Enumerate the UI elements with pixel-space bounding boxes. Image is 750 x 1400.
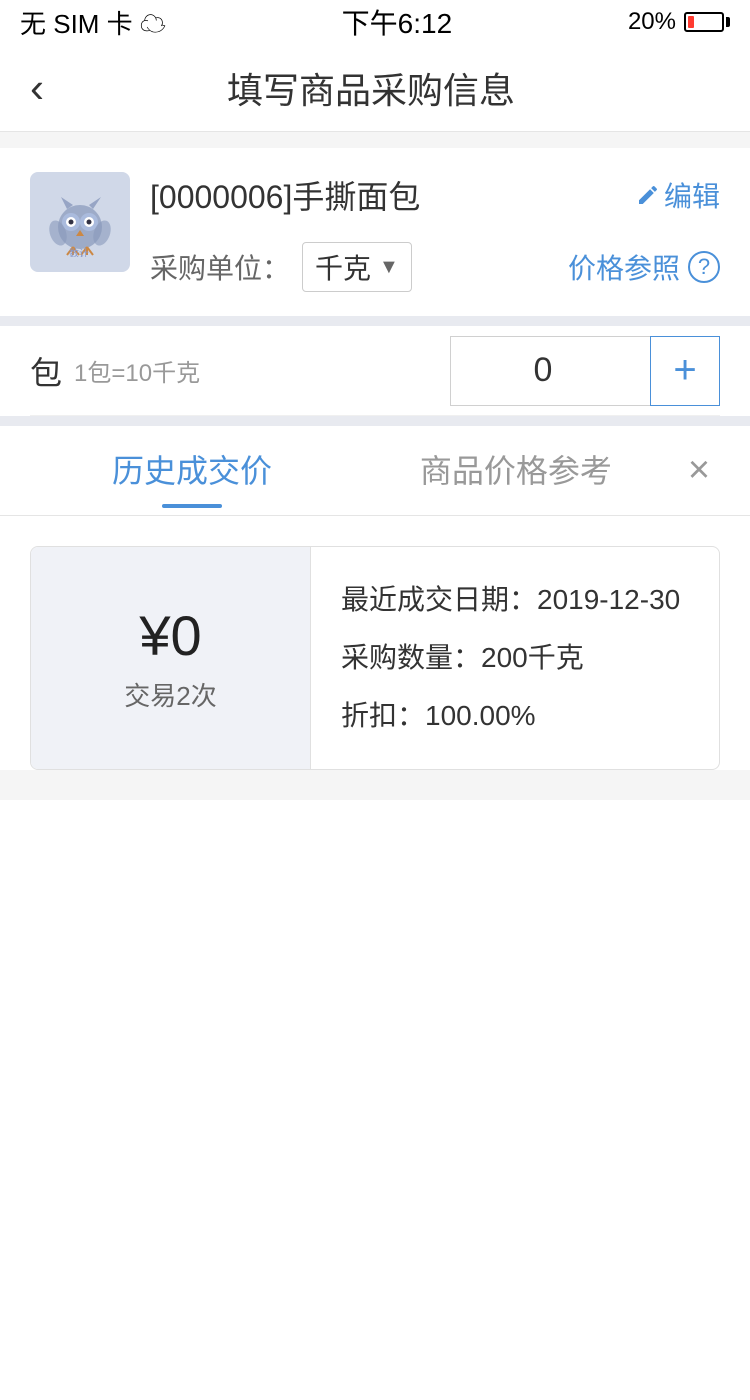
quantity-row: 包 1包=10千克 + <box>30 326 720 416</box>
edit-button[interactable]: 编辑 <box>636 175 720 215</box>
unit-badge: 包 <box>30 348 62 394</box>
page-title: 填写商品采购信息 <box>64 62 678 114</box>
status-bar: 无 SIM 卡 ☁ 下午6:12 20% <box>0 0 750 44</box>
history-price: ¥0 <box>139 603 201 668</box>
unit-value: 千克 <box>315 247 371 287</box>
unit-select-dropdown[interactable]: 千克 ▼ <box>302 242 412 292</box>
unit-conversion: 1包=10千克 <box>74 353 200 388</box>
panel-section: 历史成交价 商品价格参考 × ¥0 交易2次 最近成交日期：2019-12-30… <box>0 426 750 770</box>
product-section: 数计 [0000006]手撕面包 编辑 采购单位： <box>0 148 750 316</box>
help-circle-icon: ? <box>688 251 720 283</box>
svg-text:数计: 数计 <box>69 247 89 257</box>
quantity-input-group: + <box>450 336 720 406</box>
product-name: [0000006]手撕面包 <box>150 172 420 218</box>
card-details: 最近成交日期：2019-12-30 采购数量：200千克 折扣：100.00% <box>311 547 719 769</box>
unit-label: 采购单位： <box>150 247 290 287</box>
bottom-space <box>0 800 750 1400</box>
product-thumbnail: 数计 <box>30 172 130 272</box>
detail-quantity: 采购数量：200千克 <box>341 637 689 679</box>
battery-percent: 20% <box>628 8 676 36</box>
battery-icon <box>684 12 730 32</box>
price-reference-button[interactable]: 价格参照 ? <box>568 247 720 287</box>
owl-icon: 数计 <box>45 187 115 257</box>
dropdown-arrow-icon: ▼ <box>379 256 399 279</box>
section-divider <box>0 316 750 326</box>
unit-selector-group: 采购单位： 千克 ▼ <box>150 242 412 292</box>
status-time: 下午6:12 <box>342 2 453 42</box>
quantity-section: 包 1包=10千克 + <box>0 326 750 416</box>
status-left: 无 SIM 卡 ☁ <box>20 4 166 41</box>
tab-history-price[interactable]: 历史成交价 <box>30 446 354 496</box>
product-info: [0000006]手撕面包 编辑 采购单位： 千克 ▼ <box>150 172 720 292</box>
detail-discount: 折扣：100.00% <box>341 695 689 737</box>
product-row: 数计 [0000006]手撕面包 编辑 采购单位： <box>30 172 720 292</box>
back-button[interactable]: ‹ <box>30 67 44 109</box>
card-price-summary: ¥0 交易2次 <box>31 547 311 769</box>
transaction-count: 交易2次 <box>124 676 216 713</box>
unit-row: 采购单位： 千克 ▼ 价格参照 ? <box>150 242 720 292</box>
detail-date: 最近成交日期：2019-12-30 <box>341 579 689 621</box>
panel-close-button[interactable]: × <box>678 449 720 492</box>
product-title-row: [0000006]手撕面包 编辑 <box>150 172 720 218</box>
history-card: ¥0 交易2次 最近成交日期：2019-12-30 采购数量：200千克 折扣：… <box>30 546 720 770</box>
quantity-plus-button[interactable]: + <box>650 336 720 406</box>
edit-icon <box>636 183 660 207</box>
tab-product-price-ref[interactable]: 商品价格参考 <box>354 446 678 496</box>
status-right: 20% <box>628 8 730 36</box>
quantity-label: 包 1包=10千克 <box>30 348 200 394</box>
panel-tabs: 历史成交价 商品价格参考 × <box>0 426 750 516</box>
nav-bar: ‹ 填写商品采购信息 <box>0 44 750 132</box>
panel-divider <box>0 416 750 426</box>
quantity-input[interactable] <box>450 336 650 406</box>
